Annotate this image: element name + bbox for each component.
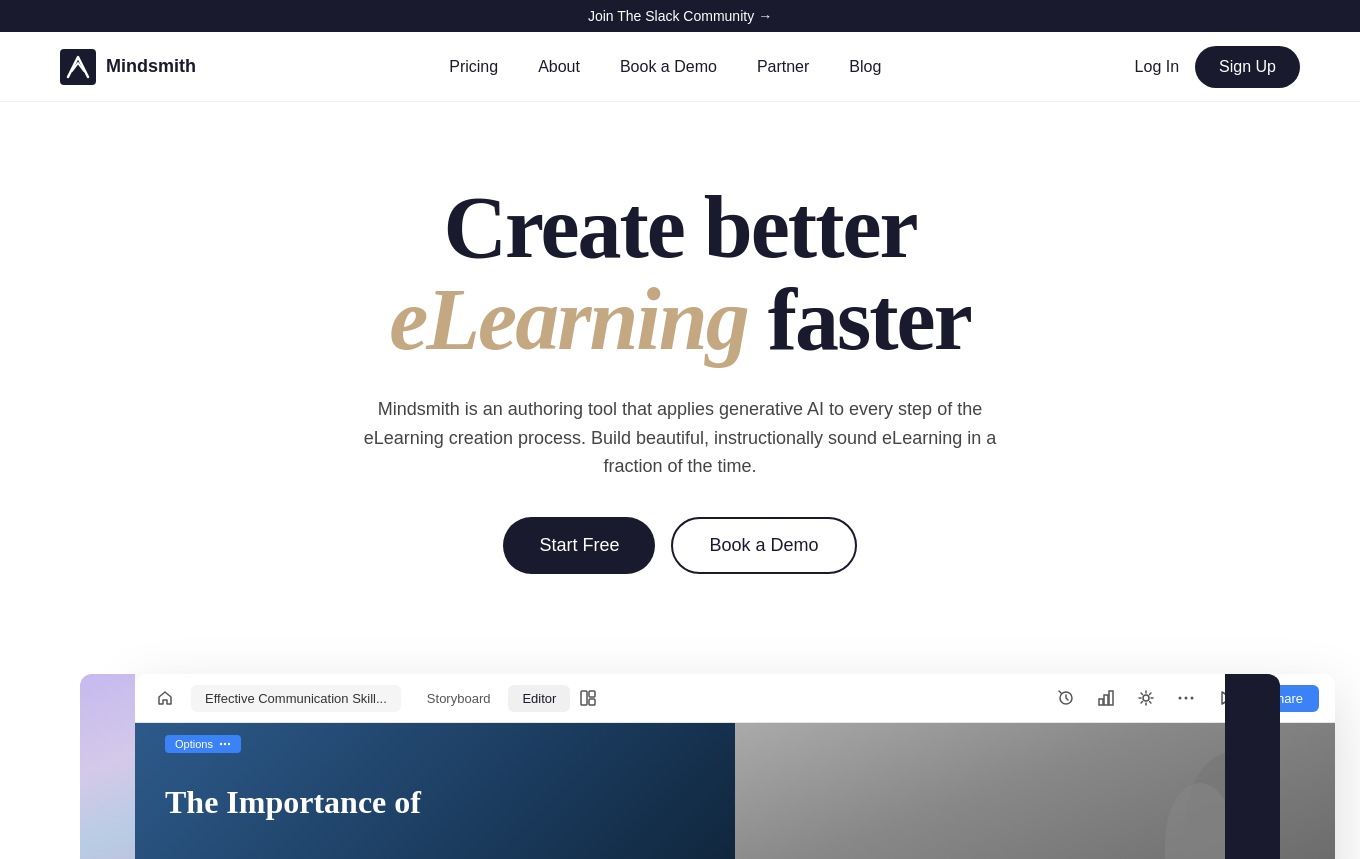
top-banner[interactable]: Join The Slack Community →	[0, 0, 1360, 32]
slack-community-link[interactable]: Join The Slack Community →	[588, 8, 772, 24]
nav-pricing[interactable]: Pricing	[449, 58, 498, 75]
svg-point-11	[1191, 697, 1194, 700]
nav-partner[interactable]: Partner	[757, 58, 809, 75]
options-badge[interactable]: Options	[165, 735, 241, 753]
svg-rect-6	[1104, 695, 1108, 705]
slide-title: The Importance of	[165, 783, 705, 821]
app-toolbar: Effective Communication Skill... Storybo…	[135, 674, 1335, 723]
hero-subtitle: Mindsmith is an authoring tool that appl…	[355, 395, 1005, 481]
logo-text: Mindsmith	[106, 56, 196, 77]
options-dots-icon	[219, 738, 231, 750]
hero-title: Create better eLearning faster	[389, 182, 970, 367]
breadcrumb-text: Effective Communication Skill...	[205, 691, 387, 706]
nav-actions: Log In Sign Up	[1135, 46, 1300, 88]
svg-rect-2	[589, 691, 595, 697]
svg-rect-1	[581, 691, 587, 705]
app-window: Effective Communication Skill... Storybo…	[135, 674, 1335, 859]
right-accent	[1225, 674, 1280, 859]
start-free-button[interactable]: Start Free	[503, 517, 655, 574]
layout-icon[interactable]	[574, 684, 602, 712]
banner-text: Join The Slack Community	[588, 8, 754, 24]
svg-point-14	[228, 743, 230, 745]
tab-editor[interactable]: Editor	[508, 685, 570, 712]
svg-rect-3	[589, 699, 595, 705]
nav-blog[interactable]: Blog	[849, 58, 881, 75]
app-breadcrumb[interactable]: Effective Communication Skill...	[191, 685, 401, 712]
left-accent	[80, 674, 135, 859]
settings-icon[interactable]	[1132, 684, 1160, 712]
login-button[interactable]: Log In	[1135, 58, 1179, 76]
hero-section: Create better eLearning faster Mindsmith…	[0, 102, 1360, 634]
signup-button[interactable]: Sign Up	[1195, 46, 1300, 88]
svg-point-8	[1143, 695, 1149, 701]
logo-icon	[60, 49, 96, 85]
chart-icon[interactable]	[1092, 684, 1120, 712]
hero-buttons: Start Free Book a Demo	[503, 517, 856, 574]
svg-point-13	[224, 743, 226, 745]
nav-about[interactable]: About	[538, 58, 580, 75]
app-content: Options The Importance of	[135, 723, 1335, 859]
svg-point-9	[1179, 697, 1182, 700]
history-icon[interactable]	[1052, 684, 1080, 712]
book-demo-button[interactable]: Book a Demo	[671, 517, 856, 574]
hero-title-line1: Create better	[389, 182, 970, 274]
home-icon[interactable]	[151, 684, 179, 712]
banner-arrow: →	[758, 8, 772, 24]
toolbar-left: Effective Communication Skill... Storybo…	[151, 684, 602, 712]
main-nav: Mindsmith Pricing About Book a Demo Part…	[0, 32, 1360, 102]
svg-point-12	[220, 743, 222, 745]
more-icon[interactable]	[1172, 684, 1200, 712]
svg-point-10	[1185, 697, 1188, 700]
logo[interactable]: Mindsmith	[60, 49, 196, 85]
hero-elearning: eLearning	[389, 271, 747, 368]
svg-rect-5	[1099, 699, 1103, 705]
app-tabs: Storyboard Editor	[413, 684, 603, 712]
hero-title-line2: eLearning faster	[389, 274, 970, 366]
options-badge-text: Options	[175, 738, 213, 750]
app-preview-section: Effective Communication Skill... Storybo…	[0, 674, 1360, 859]
app-preview-wrapper: Effective Communication Skill... Storybo…	[80, 674, 1280, 859]
svg-rect-0	[60, 49, 96, 85]
slide-left: Options The Importance of	[135, 723, 735, 859]
nav-links: Pricing About Book a Demo Partner Blog	[449, 58, 881, 76]
svg-rect-7	[1109, 691, 1113, 705]
tab-storyboard[interactable]: Storyboard	[413, 685, 505, 712]
nav-book-demo[interactable]: Book a Demo	[620, 58, 717, 75]
hero-faster: faster	[748, 271, 971, 368]
